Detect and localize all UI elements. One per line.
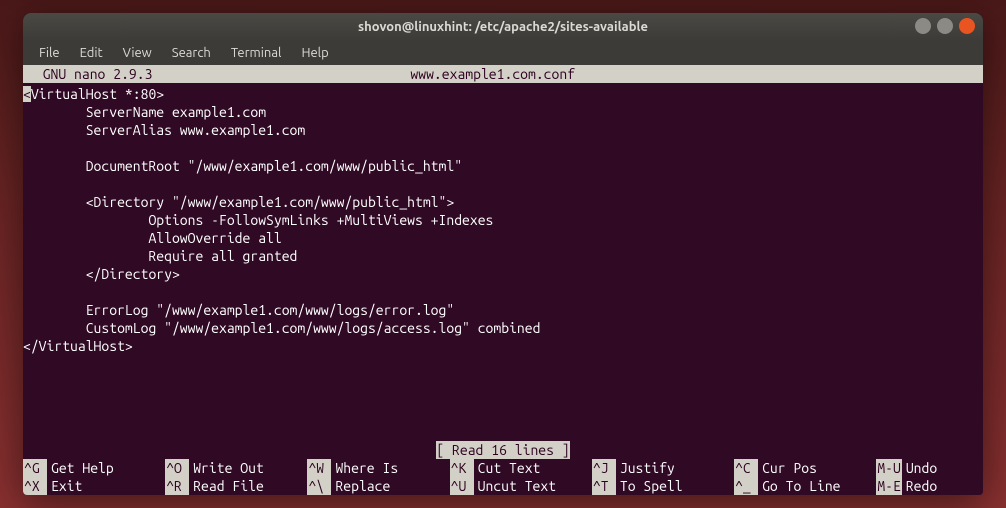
help-to-spell[interactable]: ^TTo Spell — [592, 477, 734, 495]
window-title: shovon@linuxhint: /etc/apache2/sites-ava… — [358, 20, 648, 34]
nano-app-version: GNU nano 2.9.3 — [23, 65, 152, 83]
nano-filename: www.example1.com.conf — [152, 65, 833, 83]
help-replace[interactable]: ^\Replace — [307, 477, 449, 495]
help-cur-pos[interactable]: ^CCur Pos — [734, 459, 876, 477]
menu-edit[interactable]: Edit — [72, 44, 111, 62]
help-justify[interactable]: ^JJustify — [592, 459, 734, 477]
help-where-is[interactable]: ^WWhere Is — [307, 459, 449, 477]
status-area: [ Read 16 lines ] — [23, 441, 983, 459]
menubar: File Edit View Search Terminal Help — [23, 41, 983, 65]
status-message: [ Read 16 lines ] — [436, 441, 569, 459]
help-read-file[interactable]: ^RRead File — [165, 477, 307, 495]
help-go-to-line[interactable]: ^_Go To Line — [734, 477, 876, 495]
menu-terminal[interactable]: Terminal — [223, 44, 290, 62]
close-icon[interactable] — [959, 18, 975, 34]
terminal-area[interactable]: GNU nano 2.9.3 www.example1.com.conf <Vi… — [23, 65, 983, 495]
file-content: VirtualHost *:80> ServerName example1.co… — [23, 86, 540, 354]
minimize-icon[interactable] — [915, 18, 931, 34]
help-redo[interactable]: M-ERedo — [876, 477, 983, 495]
nano-help: ^GGet Help ^OWrite Out ^WWhere Is ^KCut … — [23, 459, 983, 495]
menu-help[interactable]: Help — [293, 44, 336, 62]
help-write-out[interactable]: ^OWrite Out — [165, 459, 307, 477]
menu-file[interactable]: File — [31, 44, 68, 62]
maximize-icon[interactable] — [937, 18, 953, 34]
help-uncut-text[interactable]: ^UUncut Text — [450, 477, 592, 495]
cursor: < — [23, 86, 31, 102]
menu-view[interactable]: View — [115, 44, 160, 62]
nano-header: GNU nano 2.9.3 www.example1.com.conf — [23, 65, 983, 83]
help-get-help[interactable]: ^GGet Help — [23, 459, 165, 477]
editor-body[interactable]: <VirtualHost *:80> ServerName example1.c… — [23, 83, 983, 355]
help-row-2: ^XExit ^RRead File ^\Replace ^UUncut Tex… — [23, 477, 983, 495]
help-row-1: ^GGet Help ^OWrite Out ^WWhere Is ^KCut … — [23, 459, 983, 477]
terminal-window: shovon@linuxhint: /etc/apache2/sites-ava… — [23, 13, 983, 495]
window-controls — [915, 18, 975, 34]
help-undo[interactable]: M-UUndo — [876, 459, 983, 477]
menu-search[interactable]: Search — [164, 44, 219, 62]
help-cut-text[interactable]: ^KCut Text — [450, 459, 592, 477]
help-exit[interactable]: ^XExit — [23, 477, 165, 495]
titlebar: shovon@linuxhint: /etc/apache2/sites-ava… — [23, 13, 983, 41]
